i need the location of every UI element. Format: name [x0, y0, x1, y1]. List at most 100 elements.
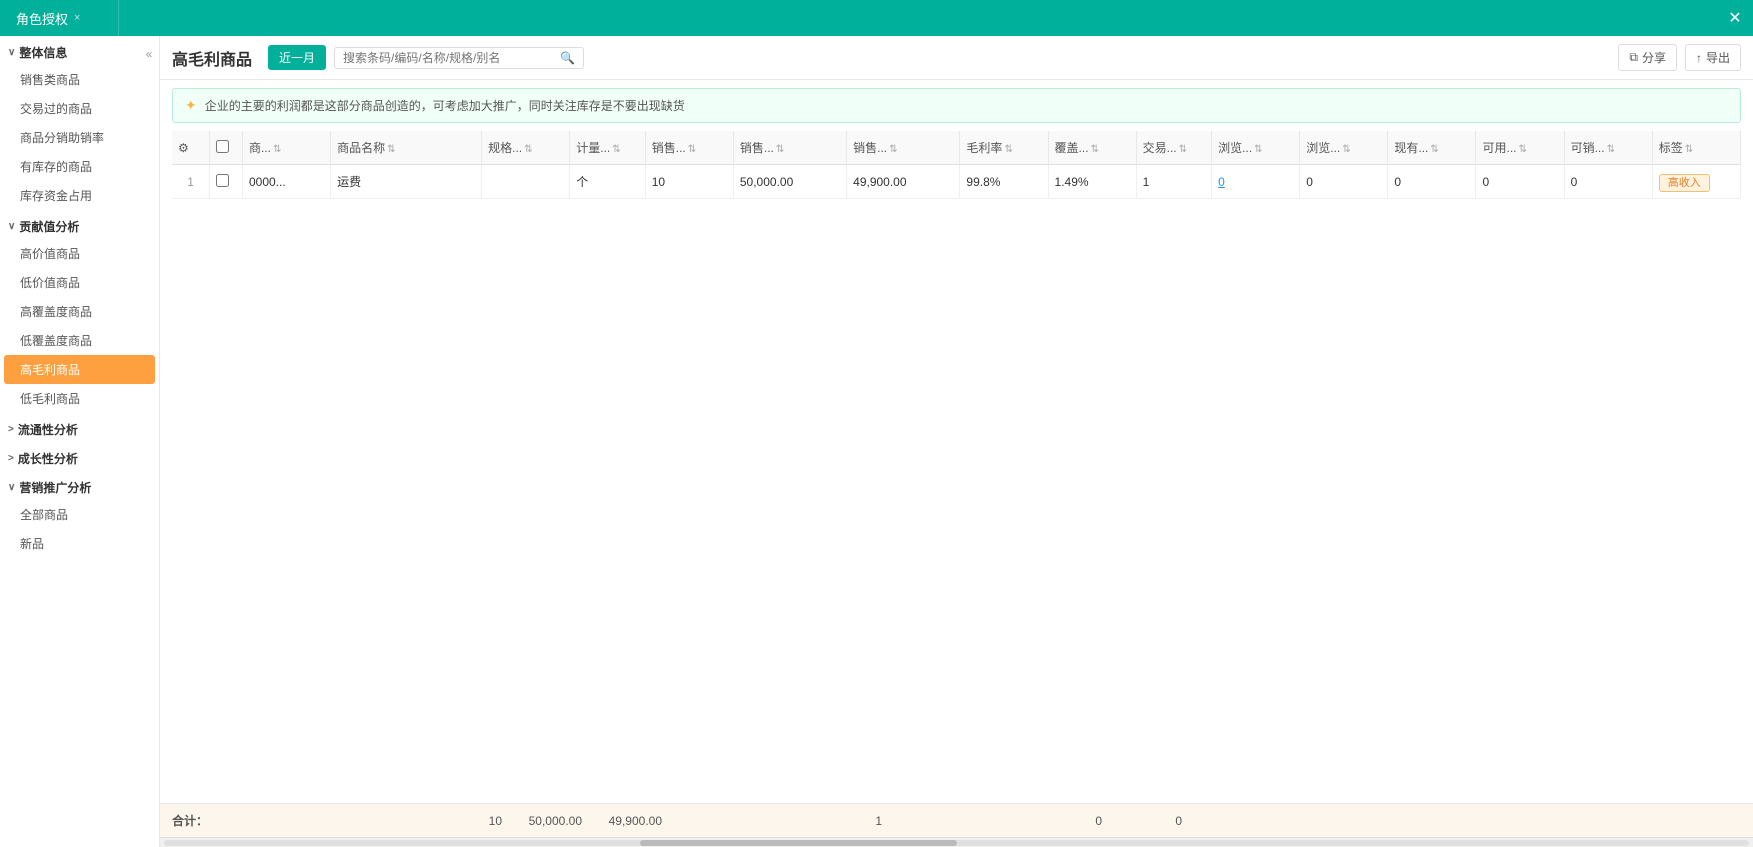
row-checkbox[interactable]	[216, 174, 229, 187]
col-header-sale_cost[interactable]: 销售...⇅	[847, 131, 960, 165]
cell-sale_amt: 50,000.00	[733, 165, 846, 199]
sidebar-item-全部商品[interactable]: 全部商品	[0, 500, 159, 529]
col-header-trade[interactable]: 交易...⇅	[1136, 131, 1212, 165]
sidebar-item-低覆盖度商品[interactable]: 低覆盖度商品	[0, 326, 159, 355]
sidebar-item-库存资金占用[interactable]: 库存资金占用	[0, 181, 159, 210]
sort-icon: ⇅	[524, 144, 532, 155]
table-header: ⚙商...⇅商品名称⇅规格...⇅计量...⇅销售...⇅销售...⇅销售...…	[172, 131, 1741, 165]
search-box: 🔍	[334, 47, 584, 69]
sidebar-group-整体信息[interactable]: ∨整体信息	[0, 36, 159, 65]
info-banner: ✦ 企业的主要的利润都是这部分商品创造的，可考虑加大推广，同时关注库存是不要出现…	[172, 88, 1741, 123]
cell-sellable: 0	[1564, 165, 1652, 199]
cell-sale_qty: 10	[645, 165, 733, 199]
col-header-browse1[interactable]: 浏览...⇅	[1212, 131, 1300, 165]
col-header-sale_qty[interactable]: 销售...⇅	[645, 131, 733, 165]
sidebar-item-高毛利商品[interactable]: 高毛利商品	[4, 355, 155, 384]
window-close-button[interactable]: ✕	[1721, 4, 1749, 32]
sort-icon: ⇅	[273, 144, 281, 155]
cell-spec	[482, 165, 570, 199]
info-text: 企业的主要的利润都是这部分商品创造的，可考虑加大推广，同时关注库存是不要出现缺货	[205, 97, 685, 114]
export-button[interactable]: ↑ 导出	[1685, 44, 1741, 71]
footer-label: 合计：	[172, 812, 208, 829]
cell-browse2: 0	[1300, 165, 1388, 199]
search-input[interactable]	[343, 51, 556, 65]
cell-current: 0	[1388, 165, 1476, 199]
sidebar-item-低价值商品[interactable]: 低价值商品	[0, 268, 159, 297]
col-header-spec[interactable]: 规格...⇅	[482, 131, 570, 165]
sort-icon: ⇅	[1254, 144, 1262, 155]
horizontal-scrollbar[interactable]	[160, 837, 1753, 847]
select-all-checkbox[interactable]	[216, 140, 229, 153]
cell-sale_cost: 49,900.00	[847, 165, 960, 199]
col-header-browse2[interactable]: 浏览...⇅	[1300, 131, 1388, 165]
col-header-settings[interactable]: ⚙	[172, 131, 210, 165]
sidebar-item-高覆盖度商品[interactable]: 高覆盖度商品	[0, 297, 159, 326]
content-header: 高毛利商品 近一月 🔍 ⧉ 分享 ↑ 导出	[160, 36, 1753, 80]
col-header-gross_margin[interactable]: 毛利率⇅	[960, 131, 1048, 165]
sidebar-item-有库存的商品[interactable]: 有库存的商品	[0, 152, 159, 181]
sort-icon: ⇅	[1607, 144, 1615, 155]
col-header-name[interactable]: 商品名称⇅	[331, 131, 482, 165]
cell-unit: 个	[570, 165, 646, 199]
col-header-tag[interactable]: 标签⇅	[1652, 131, 1740, 165]
sort-icon: ⇅	[889, 144, 897, 155]
sidebar-item-交易过的商品[interactable]: 交易过的商品	[0, 94, 159, 123]
share-button[interactable]: ⧉ 分享	[1618, 44, 1677, 71]
group-arrow-icon: ∨	[8, 221, 15, 232]
col-header-sale_amt[interactable]: 销售...⇅	[733, 131, 846, 165]
sidebar-group-流通性分析[interactable]: >流通性分析	[0, 413, 159, 442]
scroll-thumb[interactable]	[640, 840, 957, 846]
col-header-available[interactable]: 可用...⇅	[1476, 131, 1564, 165]
tab-close-icon[interactable]: ×	[74, 12, 80, 24]
nav-tab-角色授权[interactable]: 角色授权×	[4, 0, 119, 36]
footer-sale-qty	[228, 814, 428, 828]
tag-badge: 高收入	[1659, 174, 1710, 192]
footer-sale-amt: 50,000.00	[508, 814, 588, 828]
top-nav: 首页销售单×进货单×权限设置×角色授权×产成品入库单×单据模板设置×商品分析×商…	[0, 0, 1753, 36]
col-header-checkbox[interactable]	[210, 131, 243, 165]
sidebar-group-营销推广分析[interactable]: ∨营销推广分析	[0, 471, 159, 500]
sort-icon: ⇅	[1685, 144, 1693, 155]
cell-available: 0	[1476, 165, 1564, 199]
sort-icon: ⇅	[1430, 144, 1438, 155]
col-header-code[interactable]: 商...⇅	[242, 131, 330, 165]
cell-code: 0000...	[242, 165, 330, 199]
sort-icon: ⇅	[688, 144, 696, 155]
footer-bar: 合计： 10 50,000.00 49,900.00 1 0 0	[160, 803, 1753, 837]
footer-values: 10 50,000.00 49,900.00 1 0 0	[228, 814, 1741, 828]
product-table: ⚙商...⇅商品名称⇅规格...⇅计量...⇅销售...⇅销售...⇅销售...…	[172, 131, 1741, 199]
filter-recent-month-button[interactable]: 近一月	[268, 45, 326, 70]
col-header-current[interactable]: 现有...⇅	[1388, 131, 1476, 165]
col-header-sellable[interactable]: 可销...⇅	[1564, 131, 1652, 165]
sidebar-item-商品分销助销率[interactable]: 商品分销助销率	[0, 123, 159, 152]
sidebar-item-销售类商品[interactable]: 销售类商品	[0, 65, 159, 94]
sort-icon: ⇅	[1179, 144, 1187, 155]
content-area: 高毛利商品 近一月 🔍 ⧉ 分享 ↑ 导出 ✦ 企业的主要	[160, 36, 1753, 847]
page-title: 高毛利商品	[172, 46, 252, 70]
scroll-track	[164, 840, 1749, 846]
sidebar: « ∨整体信息销售类商品交易过的商品商品分销助销率有库存的商品库存资金占用∨贡献…	[0, 36, 160, 847]
col-header-unit[interactable]: 计量...⇅	[570, 131, 646, 165]
sidebar-group-贡献值分析[interactable]: ∨贡献值分析	[0, 210, 159, 239]
sidebar-group-成长性分析[interactable]: >成长性分析	[0, 442, 159, 471]
sidebar-item-新品[interactable]: 新品	[0, 529, 159, 558]
footer-available: 0	[1108, 814, 1188, 828]
footer-sale-qty-val: 10	[428, 814, 508, 828]
cell-settings: 1	[172, 165, 210, 199]
cell-trade: 1	[1136, 165, 1212, 199]
col-header-coverage[interactable]: 覆盖...⇅	[1048, 131, 1136, 165]
cell-checkbox	[210, 165, 243, 199]
cell-name: 运费	[331, 165, 482, 199]
browse-link[interactable]: 0	[1218, 175, 1225, 189]
settings-icon[interactable]: ⚙	[178, 141, 189, 155]
search-icon[interactable]: 🔍	[560, 51, 575, 65]
group-arrow-icon: ∨	[8, 47, 15, 58]
sidebar-collapse-button[interactable]: «	[139, 44, 159, 64]
table-row: 10000...运费个1050,000.0049,900.0099.8%1.49…	[172, 165, 1741, 199]
sidebar-item-低毛利商品[interactable]: 低毛利商品	[0, 384, 159, 413]
info-icon: ✦	[185, 97, 197, 114]
cell-browse1: 0	[1212, 165, 1300, 199]
footer-spacer2	[888, 814, 1028, 828]
table-body: 10000...运费个1050,000.0049,900.0099.8%1.49…	[172, 165, 1741, 199]
sidebar-item-高价值商品[interactable]: 高价值商品	[0, 239, 159, 268]
